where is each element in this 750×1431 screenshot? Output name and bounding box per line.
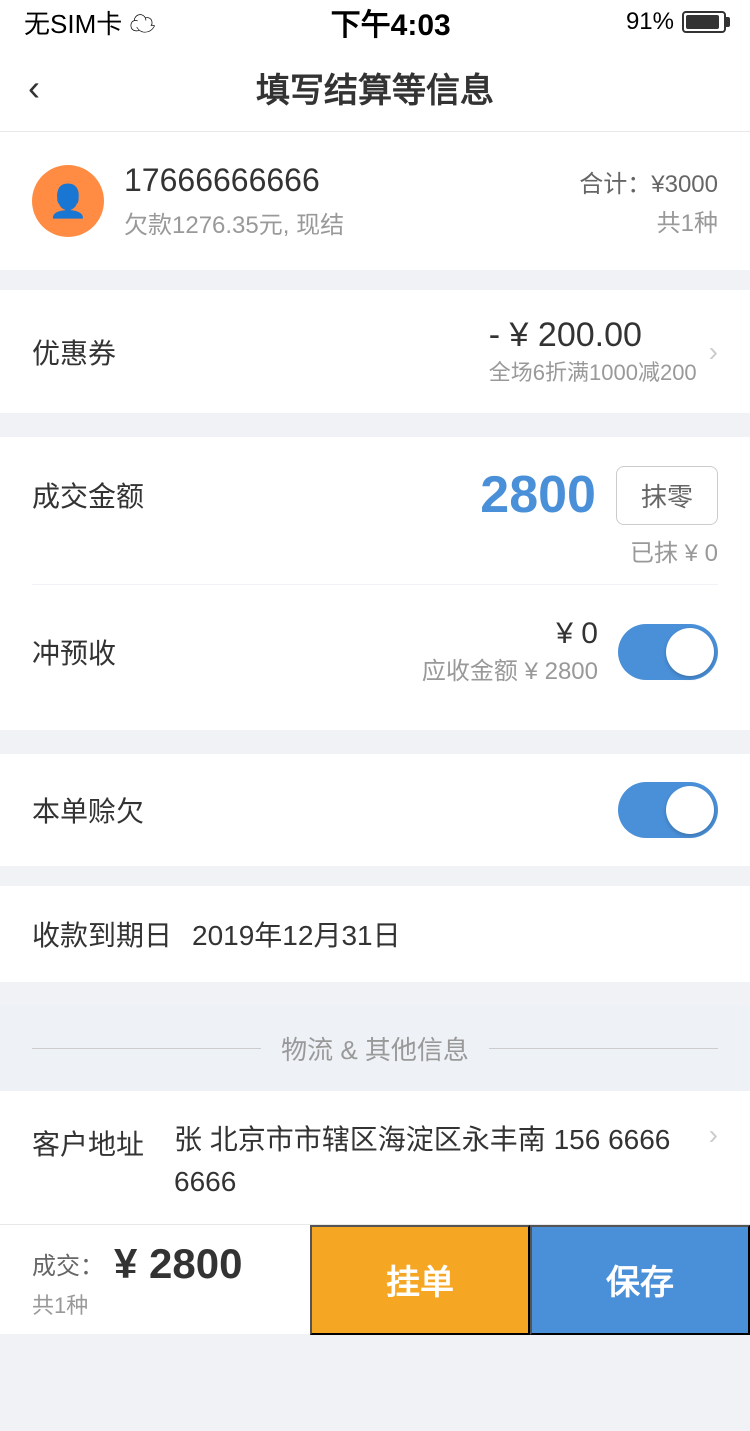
transaction-value: 2800 — [480, 465, 596, 525]
toggle-knob — [666, 628, 714, 676]
charge-label: 冲预收 — [32, 632, 116, 672]
footer-main: 成交： ¥ 2800 — [32, 1240, 278, 1288]
user-phone: 17666666666 — [124, 162, 344, 199]
footer: 成交： ¥ 2800 共1种 挂单 保存 — [0, 1224, 750, 1334]
charge-row: 冲预收 ¥ 0 应收金额 ¥ 2800 — [32, 601, 718, 702]
divider-5 — [0, 982, 750, 1006]
user-sub: 欠款1276.35元, 现结 — [124, 205, 344, 240]
logistics-line-left — [32, 1048, 261, 1049]
page-title: 填写结算等信息 — [256, 63, 494, 112]
divider-2 — [0, 413, 750, 437]
charge-toggle[interactable] — [618, 624, 718, 680]
coupon-label: 优惠券 — [32, 332, 116, 372]
coupon-info: - ¥ 200.00 全场6折满1000减200 — [489, 316, 697, 387]
divider-4 — [0, 866, 750, 886]
battery-fill — [686, 15, 719, 29]
transaction-sub: 已抹 ¥ 0 — [32, 533, 718, 568]
amount-row: 成交金额 2800 抹零 — [32, 465, 718, 525]
coupon-right: - ¥ 200.00 全场6折满1000减200 › — [489, 316, 718, 387]
total-label: 合计：¥3000 — [579, 164, 718, 199]
due-label: 收款到期日 — [32, 914, 172, 954]
due-row: 收款到期日 2019年12月31日 — [32, 914, 718, 954]
charge-sub: 应收金额 ¥ 2800 — [422, 651, 598, 686]
avatar: 👤 — [32, 165, 104, 237]
divider-3 — [0, 730, 750, 754]
footer-prefix: 成交： — [32, 1246, 104, 1281]
divider-1 — [0, 270, 750, 290]
battery-icon — [682, 11, 726, 33]
logistics-header: 物流 & 其他信息 — [0, 1006, 750, 1091]
round-button[interactable]: 抹零 — [616, 466, 718, 525]
battery-percent: 91% — [626, 8, 674, 36]
page-header: ‹ 填写结算等信息 — [0, 44, 750, 132]
coupon-desc: 全场6折满1000减200 — [489, 355, 697, 387]
logistics-line-right — [489, 1048, 718, 1049]
amount-right: 2800 抹零 — [480, 465, 718, 525]
coupon-amount: - ¥ 200.00 — [489, 316, 697, 355]
footer-count: 共1种 — [32, 1288, 278, 1320]
charge-right: ¥ 0 应收金额 ¥ 2800 — [422, 617, 718, 686]
status-left: 无SIM卡 ☁ — [24, 4, 155, 41]
user-info-card: 👤 17666666666 欠款1276.35元, 现结 合计：¥3000 共1… — [0, 132, 750, 270]
logistics-text: 物流 & 其他信息 — [281, 1030, 469, 1067]
coupon-chevron-icon: › — [709, 336, 718, 368]
status-right: 91% — [626, 8, 726, 36]
debit-toggle-knob — [666, 786, 714, 834]
status-time: 下午4:03 — [331, 0, 451, 44]
coupon-row[interactable]: 优惠券 - ¥ 200.00 全场6折满1000减200 › — [0, 290, 750, 413]
user-left: 👤 17666666666 欠款1276.35元, 现结 — [32, 162, 344, 240]
footer-amount: ¥ 2800 — [114, 1240, 242, 1288]
address-value: 张 北京市市辖区海淀区永丰南 156 6666 6666 — [174, 1119, 705, 1203]
amount-label: 成交金额 — [32, 475, 144, 515]
amount-section: 成交金额 2800 抹零 已抹 ¥ 0 冲预收 ¥ 0 应收金额 ¥ 2800 — [0, 437, 750, 730]
user-details: 17666666666 欠款1276.35元, 现结 — [124, 162, 344, 240]
address-section[interactable]: 客户地址 张 北京市市辖区海淀区永丰南 156 6666 6666 › — [0, 1091, 750, 1231]
back-button[interactable]: ‹ — [28, 67, 40, 109]
charge-amount: ¥ 0 — [422, 617, 598, 651]
charge-values: ¥ 0 应收金额 ¥ 2800 — [422, 617, 598, 686]
status-bar: 无SIM卡 ☁ 下午4:03 91% — [0, 0, 750, 44]
save-button[interactable]: 保存 — [530, 1225, 750, 1335]
due-date-value: 2019年12月31日 — [192, 914, 401, 954]
debit-toggle[interactable] — [618, 782, 718, 838]
debit-section: 本单赊欠 — [0, 754, 750, 866]
section-divider — [32, 584, 718, 585]
footer-info: 成交： ¥ 2800 共1种 — [0, 1240, 310, 1320]
address-label: 客户地址 — [32, 1119, 144, 1163]
hold-button[interactable]: 挂单 — [310, 1225, 530, 1335]
sim-label: 无SIM卡 ☁ — [24, 4, 155, 41]
user-right: 合计：¥3000 共1种 — [579, 164, 718, 238]
user-info-row: 👤 17666666666 欠款1276.35元, 现结 合计：¥3000 共1… — [32, 162, 718, 240]
address-chevron-icon: › — [709, 1119, 718, 1151]
debit-label: 本单赊欠 — [32, 790, 144, 830]
due-section: 收款到期日 2019年12月31日 — [0, 886, 750, 982]
total-count: 共1种 — [579, 203, 718, 238]
